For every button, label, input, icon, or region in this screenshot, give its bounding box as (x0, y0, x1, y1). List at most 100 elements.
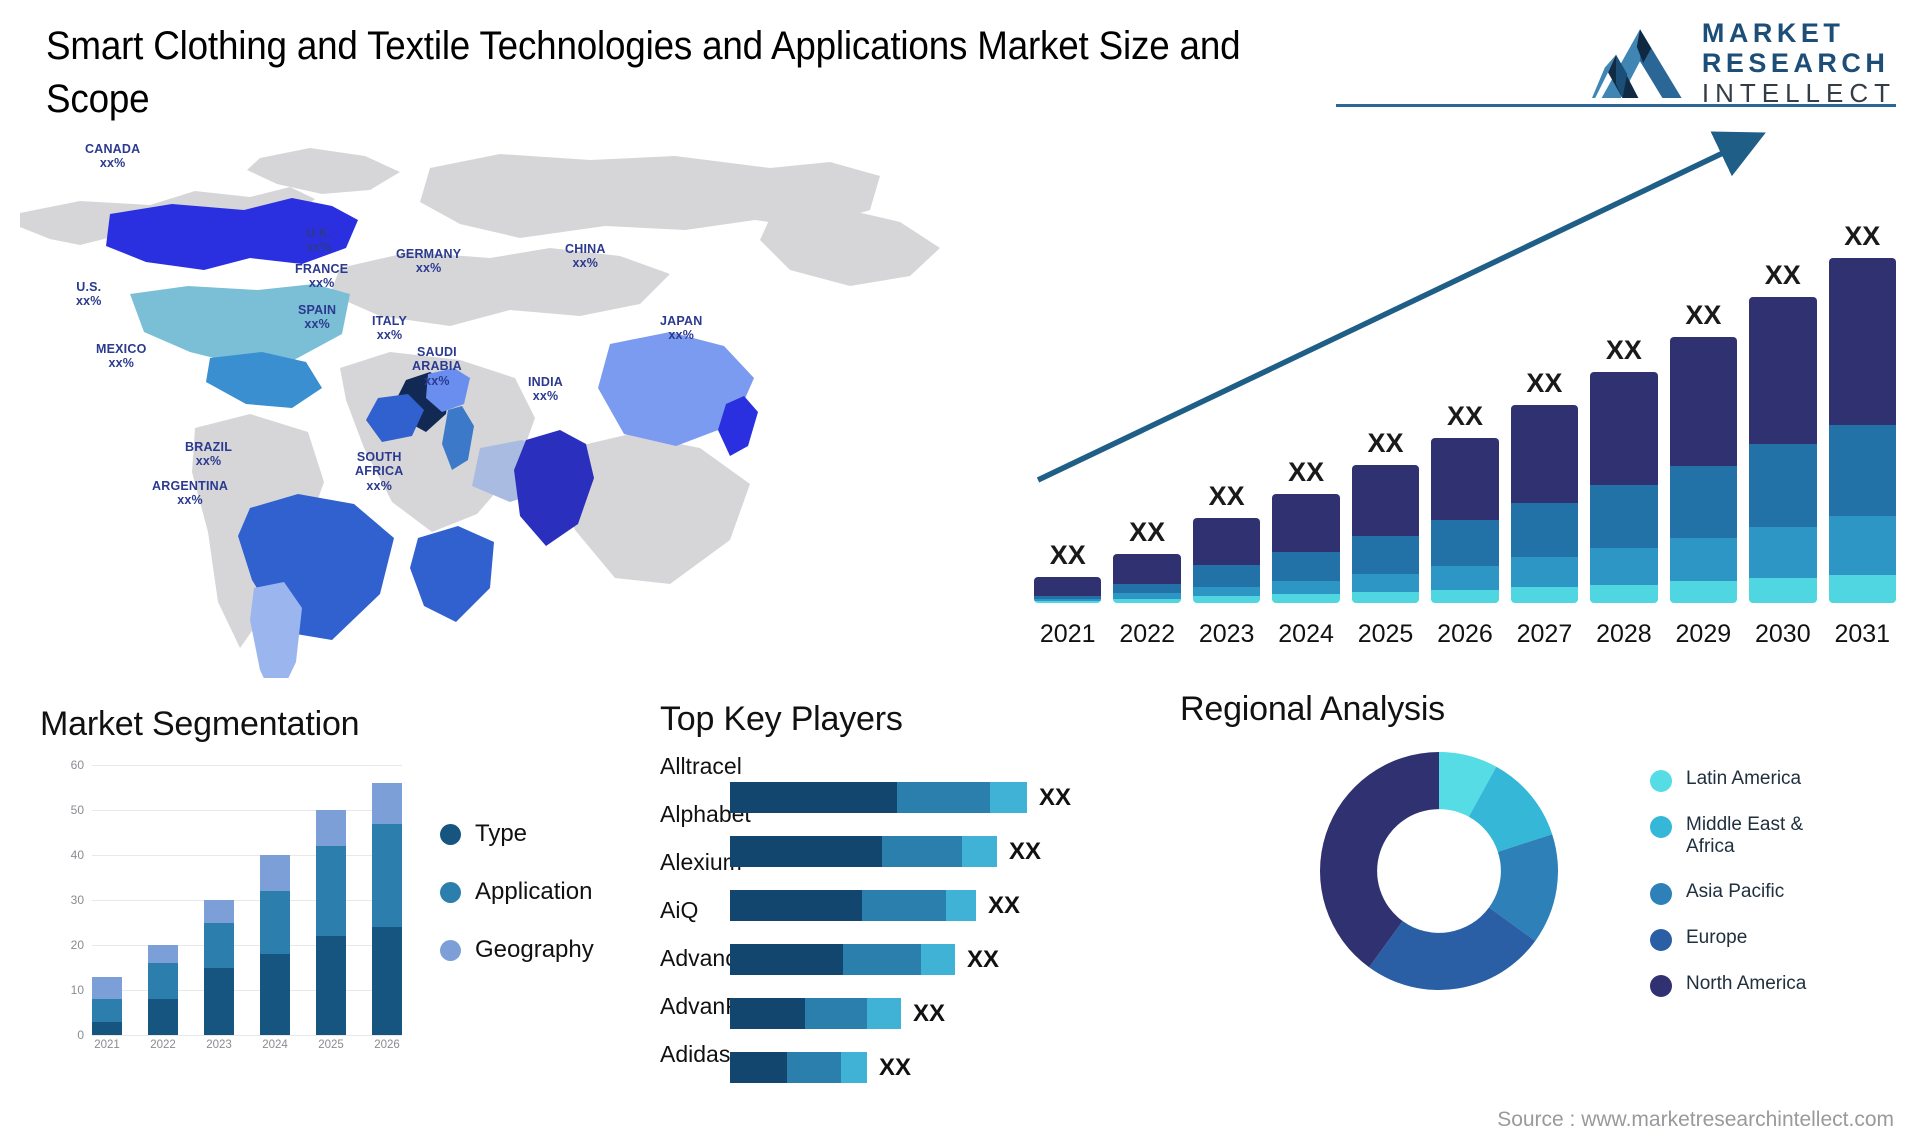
forecast-bar-segment (1510, 503, 1579, 558)
segmentation-legend-label: Application (475, 878, 593, 905)
segmentation-legend-label: Geography (475, 936, 594, 963)
forecast-bar-segment (1431, 589, 1499, 603)
forecast-bar-segment (1669, 538, 1738, 582)
segmentation-y-tick: 10 (70, 983, 84, 997)
segmentation-legend-item[interactable]: Application (440, 878, 594, 906)
forecast-bar-column: XX (1590, 203, 1658, 603)
segmentation-bar-segment (260, 954, 290, 1035)
player-bar-segment (730, 836, 882, 867)
segmentation-bar-segment (204, 922, 234, 968)
player-bar-stack (730, 998, 901, 1029)
forecast-year-label: 2022 (1119, 620, 1175, 648)
player-bar-segment (730, 890, 862, 921)
legend-swatch-icon (1650, 816, 1672, 838)
map-label-us: U.S. xx% (76, 280, 102, 309)
world-map-svg (20, 148, 940, 704)
market-segmentation-title: Market Segmentation (40, 705, 360, 743)
player-bar-segment (882, 836, 962, 867)
regional-legend-item[interactable]: North America (1650, 973, 1856, 997)
forecast-bar-column: XX (1113, 203, 1181, 603)
forecast-bar-segment (1510, 404, 1579, 504)
forecast-bar-value: XX (1208, 480, 1245, 511)
segmentation-legend-label: Type (475, 820, 528, 847)
segmentation-bar-segment (372, 783, 402, 824)
forecast-bar-segment (1351, 592, 1420, 603)
segmentation-bar-column (204, 765, 234, 1035)
regional-legend-item[interactable]: Latin America (1650, 768, 1856, 792)
segmentation-bar-segment (316, 936, 346, 1035)
forecast-bar-segment (1192, 596, 1261, 603)
forecast-bar-segment (1113, 599, 1181, 603)
player-bar-segment (730, 782, 897, 813)
forecast-bar-column: XX (1272, 203, 1340, 603)
world-map (10, 118, 970, 704)
regional-legend-label: Asia Pacific (1686, 880, 1785, 902)
forecast-year-label: 2028 (1596, 620, 1652, 648)
forecast-bar-segment (1113, 553, 1181, 584)
forecast-bar-segment (1828, 516, 1896, 576)
market-size-forecast-chart: XX XX XX XX XX XX XX XX XX XX XX 2021 2022 2023 2024 2… (1020, 120, 1910, 665)
player-bar-segment (990, 782, 1027, 813)
player-bar-stack (730, 944, 955, 975)
segmentation-legend-item[interactable]: Type (440, 820, 594, 848)
player-bar-segment (897, 782, 990, 813)
player-bar-value: XX (967, 945, 1000, 973)
segmentation-y-tick: 50 (70, 803, 84, 817)
forecast-bar-segment (1272, 581, 1340, 595)
forecast-year-label: 2025 (1357, 620, 1414, 648)
segmentation-bar-segment (148, 999, 178, 1035)
regional-analysis-chart: Regional Analysis Latin America Middle Ea… (1150, 690, 1910, 1130)
legend-swatch-icon (1650, 928, 1672, 951)
forecast-year-label: 2021 (1039, 620, 1096, 648)
forecast-bar-value: XX (1288, 457, 1325, 488)
player-bar-segment (730, 944, 843, 975)
forecast-bar-segment (1272, 551, 1340, 582)
regional-legend-label: North America (1686, 972, 1807, 994)
forecast-year-label: 2031 (1834, 620, 1891, 648)
segmentation-bar-segment (260, 891, 290, 954)
forecast-bar-segment (1828, 258, 1896, 425)
forecast-bar-segment (1192, 587, 1261, 597)
forecast-year-label: 2029 (1675, 620, 1732, 648)
segmentation-bar-segment (92, 976, 122, 999)
forecast-bar-value: XX (1685, 300, 1722, 331)
regional-legend-item[interactable]: Middle East & Africa (1650, 814, 1856, 859)
segmentation-bar-segment (92, 999, 122, 1022)
forecast-year-label: 2024 (1278, 620, 1334, 648)
forecast-bar-stack (1034, 576, 1102, 603)
segmentation-x-tick: 2021 (94, 1039, 120, 1051)
legend-swatch-icon (1650, 770, 1672, 792)
segmentation-y-tick: 0 (77, 1028, 84, 1042)
segmentation-bar-segment (316, 810, 346, 846)
forecast-bar-segment (1034, 576, 1102, 597)
forecast-bar-column: XX (1034, 203, 1102, 603)
segmentation-x-tick: 2022 (150, 1039, 176, 1051)
forecast-year-axis: 2021 2022 2023 2024 2025 2026 2027 2028 2029 2030… (1034, 620, 1896, 649)
forecast-bar-column: XX (1431, 203, 1499, 603)
forecast-bar-segment (1590, 584, 1658, 603)
legend-swatch-icon (440, 939, 461, 961)
mountain-logo-icon (1591, 29, 1682, 98)
forecast-bar-segment (1669, 581, 1738, 603)
forecast-bar-stack (1192, 517, 1261, 603)
player-bar-value: XX (913, 999, 946, 1027)
regional-legend-item[interactable]: Europe (1650, 927, 1856, 951)
player-bar-segment (921, 944, 955, 975)
player-bar-segment (843, 944, 921, 975)
forecast-bar-group: XX XX XX XX XX XX XX XX XX XX XX (1034, 203, 1896, 603)
segmentation-bar-segment (372, 823, 402, 927)
forecast-bar-segment (1431, 520, 1499, 567)
player-bar-stack (730, 782, 1027, 813)
legend-swatch-icon (440, 881, 461, 903)
regional-legend-item[interactable]: Asia Pacific (1650, 881, 1856, 905)
regional-legend-label: Latin America (1686, 768, 1802, 789)
map-label-brazil: BRAZIL xx% (185, 440, 233, 469)
segmentation-legend-item[interactable]: Geography (440, 936, 594, 964)
forecast-bar-column: XX (1749, 203, 1817, 603)
player-bar-stack (730, 836, 997, 867)
forecast-bar-value: XX (1526, 367, 1563, 398)
forecast-bar-segment (1034, 601, 1102, 603)
player-bar-segment (730, 998, 805, 1029)
forecast-bar-stack (1113, 553, 1181, 603)
logo-divider (1336, 104, 1896, 107)
